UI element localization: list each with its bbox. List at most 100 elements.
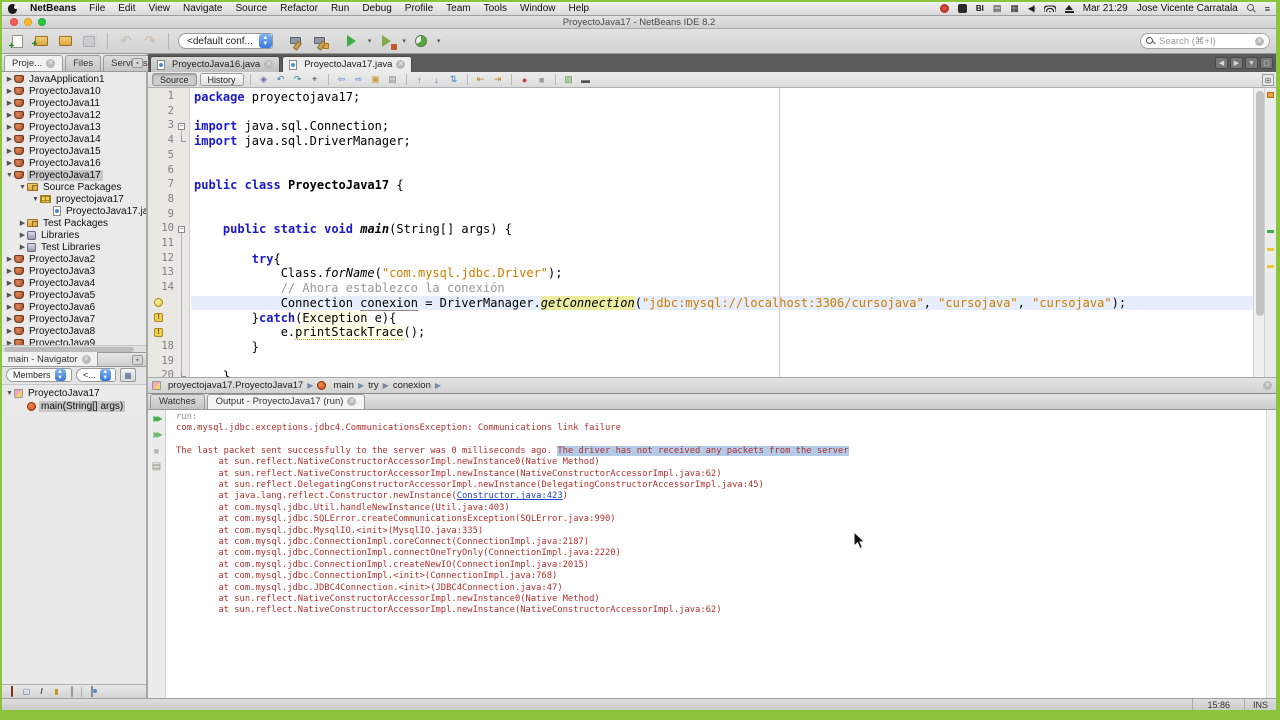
show-non-public-filter-icon[interactable]: ▮ — [51, 687, 62, 697]
run-project-button[interactable] — [343, 33, 361, 50]
navigator-view-button[interactable]: ▦ — [120, 368, 136, 382]
error-stripe[interactable] — [1264, 88, 1276, 377]
chevron-right-icon[interactable]: ▶ — [5, 291, 14, 299]
output-tab-output[interactable]: Output - ProyectoJava17 (run) ✕ — [206, 393, 366, 409]
chevron-right-icon[interactable]: ▶ — [5, 327, 14, 335]
profile-project-button[interactable] — [412, 33, 430, 50]
previous-bookmark-icon[interactable]: ↑ — [413, 73, 427, 86]
projects-minimize-button[interactable]: ▪ — [132, 58, 143, 68]
output-vscrollbar[interactable] — [1266, 409, 1276, 698]
undo-button[interactable]: ↶ — [117, 33, 135, 50]
navigator-close-icon[interactable]: ✕ — [81, 354, 91, 364]
breadcrumb-item[interactable]: main — [333, 380, 354, 391]
profile-dropdown-caret[interactable]: ▾ — [437, 37, 441, 45]
hint-lightbulb-icon[interactable] — [154, 298, 163, 308]
chevron-right-icon[interactable]: ▶ — [5, 135, 14, 143]
scroll-tabs-left-button[interactable]: ◀ — [1215, 57, 1228, 69]
editor-tab-proyectojava17.java[interactable]: ProyectoJava17.java ✕ — [282, 56, 413, 72]
build-project-button[interactable] — [287, 33, 305, 50]
navigator-tree-item[interactable]: main(String[] args) — [2, 400, 146, 413]
close-tab-icon[interactable]: ✕ — [347, 397, 357, 406]
show-static-filter-icon[interactable]: I — [36, 687, 47, 697]
stop-macro-recording-icon[interactable]: ■ — [535, 73, 549, 86]
rerun-button[interactable]: ▶▶ — [150, 413, 164, 425]
menu-debug[interactable]: Debug — [362, 3, 391, 14]
bi-app-icon[interactable]: BI — [976, 4, 984, 13]
eject-icon[interactable] — [1064, 4, 1074, 13]
previous-occurrence-icon[interactable]: ⇦ — [335, 73, 349, 86]
warning-icon[interactable]: ! — [154, 327, 163, 337]
close-tab-icon[interactable]: ✕ — [46, 59, 56, 68]
menu-file[interactable]: File — [89, 3, 105, 14]
printer-icon[interactable]: ▤ — [993, 3, 1002, 14]
menu-help[interactable]: Help — [569, 3, 590, 14]
project-tree-item[interactable]: ▶ ProyectoJava16 — [2, 157, 146, 169]
toggle-highlight-icon[interactable]: ▣ — [369, 73, 383, 86]
chevron-right-icon[interactable]: ▶ — [5, 315, 14, 323]
navigator-tree-item[interactable]: ▼ ProyectoJava17 — [2, 387, 146, 400]
chevron-right-icon[interactable]: ▶ — [5, 159, 14, 167]
breadcrumb-item[interactable]: proyectojava17.ProyectoJava17 — [168, 380, 303, 391]
project-tree-item[interactable]: ▶ ProyectoJava2 — [2, 253, 146, 265]
editor-vscrollbar[interactable] — [1253, 88, 1264, 377]
menubar-user[interactable]: Jose Vicente Carratala — [1137, 3, 1238, 14]
toggle-bookmark-icon[interactable]: ⇅ — [447, 73, 461, 86]
run-dropdown-caret[interactable]: ▾ — [368, 37, 372, 45]
menu-source[interactable]: Source — [235, 3, 267, 14]
comment-icon[interactable]: ▧ — [562, 73, 576, 86]
projects-hscrollbar[interactable] — [2, 344, 146, 352]
rerun-with-args-button[interactable]: ▶▶ — [150, 429, 164, 441]
chevron-right-icon[interactable]: ▶ — [5, 111, 14, 119]
volume-icon[interactable]: ◀) — [1028, 4, 1036, 13]
navigator-tab[interactable]: main - Navigator ✕ — [2, 352, 98, 366]
chevron-down-icon[interactable]: ▼ — [31, 196, 40, 203]
code-editor[interactable]: 123−45678910−11121314!!181920212223 pack… — [148, 88, 1276, 377]
show-inherited-filter-icon[interactable] — [6, 685, 17, 697]
project-tree-item[interactable]: ▶ ProyectoJava13 — [2, 121, 146, 133]
chevron-right-icon[interactable]: ▶ — [5, 303, 14, 311]
error-stripe-warning-mark[interactable] — [1267, 265, 1274, 268]
output-tab-watches[interactable]: Watches — [150, 393, 205, 409]
error-stripe-caret-mark[interactable] — [1267, 230, 1274, 233]
uncomment-icon[interactable]: ▬ — [579, 73, 593, 86]
back-icon[interactable]: ↶ — [274, 73, 288, 86]
select-in-projects-icon[interactable]: ▤ — [386, 73, 400, 86]
menu-run[interactable]: Run — [331, 3, 349, 14]
menu-refactor[interactable]: Refactor — [280, 3, 318, 14]
save-all-button[interactable] — [80, 33, 98, 50]
last-edited-icon[interactable]: ◈ — [257, 73, 271, 86]
recording-app-icon[interactable] — [939, 4, 949, 13]
members-combo[interactable]: Members ▲ ▼ — [6, 368, 72, 382]
apple-menu-icon[interactable] — [8, 3, 18, 14]
spotlight-search-icon[interactable] — [1246, 4, 1256, 13]
project-tree-item[interactable]: ▶ ProyectoJava10 — [2, 85, 146, 97]
notification-center-icon[interactable]: ≡ — [1265, 4, 1270, 14]
menu-profile[interactable]: Profile — [405, 3, 433, 14]
chevron-right-icon[interactable]: ▶ — [5, 267, 14, 275]
chevron-down-icon[interactable]: ▼ — [5, 172, 14, 179]
debug-dropdown-caret[interactable]: ▾ — [402, 37, 406, 45]
chevron-down-icon[interactable]: ▼ — [18, 184, 27, 191]
chevron-right-icon[interactable]: ▶ — [18, 231, 27, 239]
show-fields-filter-icon[interactable]: ▢ — [21, 687, 32, 697]
sort-combo[interactable]: <... ▲ ▼ — [76, 368, 116, 382]
chevron-right-icon[interactable]: ▶ — [5, 279, 14, 287]
project-tree-item[interactable]: ▶ Test Packages — [2, 217, 146, 229]
search-clear-icon[interactable]: ✕ — [1255, 36, 1264, 46]
chevron-down-icon[interactable]: ▼ — [5, 390, 14, 397]
chevron-right-icon[interactable]: ▶ — [5, 123, 14, 131]
close-tab-icon[interactable]: ✕ — [264, 60, 274, 69]
menubar-clock[interactable]: Mar 21:29 — [1083, 3, 1128, 14]
breadcrumb-item[interactable]: conexion — [393, 380, 431, 391]
project-tree-item[interactable]: ▼ proyectojava17 — [2, 193, 146, 205]
project-tree-item[interactable]: ▶ ProyectoJava15 — [2, 145, 146, 157]
editor-tab-proyectojava16.java[interactable]: ProyectoJava16.java ✕ — [150, 56, 281, 72]
error-stripe-warning-mark[interactable] — [1267, 248, 1274, 251]
menu-tools[interactable]: Tools — [484, 3, 507, 14]
output-settings-button[interactable]: ▤ — [150, 461, 164, 473]
tab-list-dropdown-button[interactable]: ▼ — [1245, 57, 1258, 69]
project-tree-item[interactable]: ▶ ProyectoJava11 — [2, 97, 146, 109]
shift-right-icon[interactable]: ⇥ — [491, 73, 505, 86]
config-select[interactable]: <default conf... ▲ ▼ — [178, 33, 273, 49]
breadcrumb-close-icon[interactable]: ✕ — [1263, 380, 1272, 390]
